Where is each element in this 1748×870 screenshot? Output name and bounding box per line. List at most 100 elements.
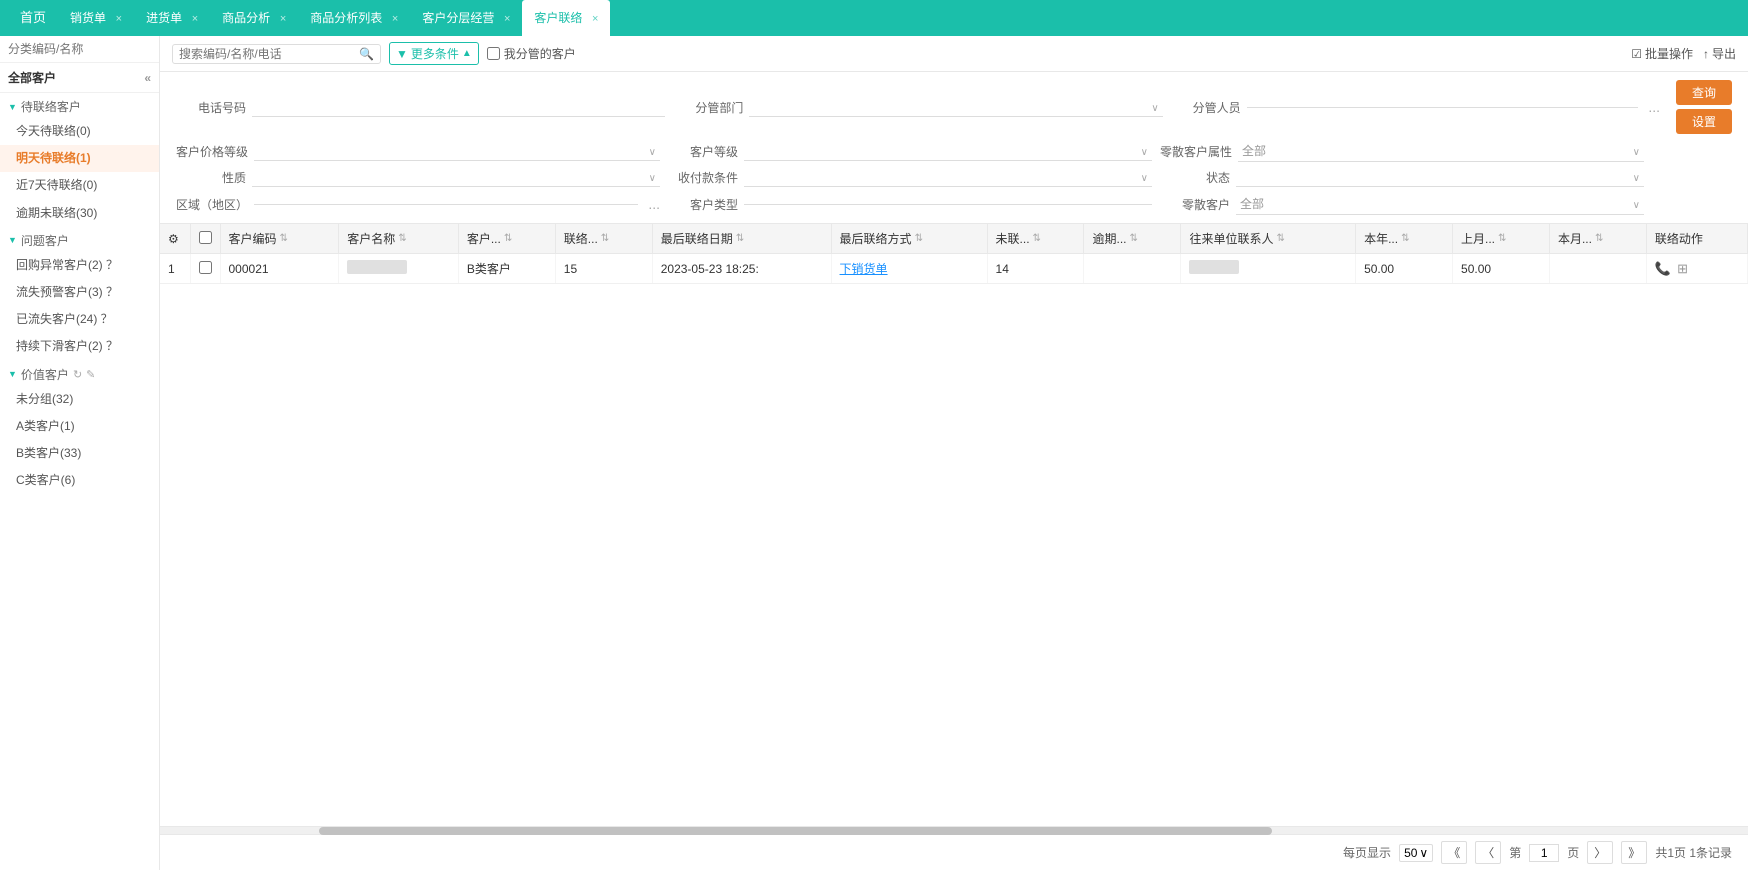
table-container: ⚙ 客户编码 ⇅ bbox=[160, 224, 1748, 826]
sidebar-item-declining[interactable]: 持续下滑客户(2) ？ bbox=[0, 333, 159, 360]
select-all-checkbox[interactable] bbox=[199, 231, 212, 244]
col-name-sort-icon[interactable]: ⇅ bbox=[398, 233, 406, 244]
page-number-input[interactable] bbox=[1529, 844, 1559, 862]
sidebar-item-repurchase-abnormal[interactable]: 回购异常客户(2) ？ bbox=[0, 252, 159, 279]
top-nav: 首页 销货单 × 进货单 × 商品分析 × 商品分析列表 × 客户分层经营 × … bbox=[0, 0, 1748, 36]
filter-phone-input[interactable] bbox=[252, 98, 665, 117]
filter-row-4: 区域（地区） ... 客户类型 零散客户 全部 bbox=[176, 193, 1732, 215]
filter-customer-grade: 客户等级 bbox=[668, 142, 1152, 161]
col-this-year-sort-icon[interactable]: ⇅ bbox=[1401, 233, 1409, 244]
cell-last-method: 下销货单 bbox=[831, 254, 987, 284]
col-this-month-sort-icon[interactable]: ⇅ bbox=[1595, 233, 1603, 244]
filter-customer-grade-select[interactable] bbox=[744, 142, 1152, 161]
filter-payment-select[interactable] bbox=[744, 168, 1152, 187]
nav-customer-contact-close-icon[interactable]: × bbox=[592, 13, 598, 25]
filter-nature-select[interactable] bbox=[252, 168, 660, 187]
nav-home[interactable]: 首页 bbox=[8, 0, 58, 36]
settings-button[interactable]: 设置 bbox=[1676, 109, 1732, 134]
col-last-date-sort-icon[interactable]: ⇅ bbox=[736, 233, 744, 244]
group-pending-contact[interactable]: 待联络客户 bbox=[0, 93, 159, 118]
cell-overdue bbox=[1084, 254, 1181, 284]
col-not-contacted-sort-icon[interactable]: ⇅ bbox=[1033, 233, 1041, 244]
col-contacts: 联络... ⇅ bbox=[555, 224, 652, 254]
col-contact-person-sort-icon[interactable]: ⇅ bbox=[1276, 233, 1284, 244]
nav-customer-tier-close-icon[interactable]: × bbox=[504, 13, 510, 25]
sidebar: 🔍 全部客户 « 待联络客户 今天待联络(0) 明天待联络(1) 近7天待联络(… bbox=[0, 36, 160, 870]
col-overdue-label: 逾期... bbox=[1092, 230, 1126, 247]
col-settings: ⚙ bbox=[160, 224, 190, 254]
col-last-month-sort-icon[interactable]: ⇅ bbox=[1498, 233, 1506, 244]
sidebar-item-overdue-contact[interactable]: 逾期未联络(30) bbox=[0, 200, 159, 227]
query-button[interactable]: 查询 bbox=[1676, 80, 1732, 105]
nav-purchase-close-icon[interactable]: × bbox=[192, 13, 198, 25]
nav-sales-close-icon[interactable]: × bbox=[116, 13, 122, 25]
col-name: 客户名称 ⇅ bbox=[339, 224, 459, 254]
batch-op-button[interactable]: ☑ 批量操作 bbox=[1631, 45, 1693, 62]
filter-price-grade-label: 客户价格等级 bbox=[176, 143, 248, 160]
col-last-method-sort-icon[interactable]: ⇅ bbox=[915, 233, 923, 244]
cell-this-year: 50.00 bbox=[1356, 254, 1453, 284]
sidebar-item-today-contact[interactable]: 今天待联络(0) bbox=[0, 118, 159, 145]
col-code-sort-icon[interactable]: ⇅ bbox=[280, 233, 288, 244]
nav-product-analysis-close-icon[interactable]: × bbox=[280, 13, 286, 25]
my-customers-checkbox[interactable] bbox=[487, 47, 500, 60]
last-method-link[interactable]: 下销货单 bbox=[840, 262, 888, 276]
toolbar-right: ☑ 批量操作 ↑ 导出 bbox=[1631, 45, 1736, 62]
my-customers-checkbox-label[interactable]: 我分管的客户 bbox=[487, 45, 576, 62]
nav-sales-order[interactable]: 销货单 × bbox=[58, 0, 134, 36]
nav-purchase-order[interactable]: 进货单 × bbox=[134, 0, 210, 36]
filter-region-dots[interactable]: ... bbox=[648, 196, 660, 212]
filter-scatter-customer-select[interactable]: 全部 bbox=[1236, 193, 1644, 215]
filter-price-grade-select[interactable] bbox=[254, 142, 660, 161]
sidebar-item-loss-warning[interactable]: 流失预警客户(3) ？ bbox=[0, 279, 159, 306]
pagination: 每页显示 50 ∨ 《 〈 第 页 〉 》 共1页 1条记录 bbox=[160, 834, 1748, 870]
first-page-button[interactable]: 《 bbox=[1441, 841, 1467, 864]
edit-icon[interactable]: ✎ bbox=[86, 368, 95, 381]
grid-action-icon[interactable]: ⊞ bbox=[1677, 261, 1688, 277]
scrollbar-thumb[interactable] bbox=[319, 827, 1272, 835]
sidebar-item-ungrouped[interactable]: 未分组(32) bbox=[0, 386, 159, 413]
col-last-method: 最后联络方式 ⇅ bbox=[831, 224, 987, 254]
filter-dept-select[interactable] bbox=[749, 98, 1162, 117]
per-page-select[interactable]: 50 ∨ bbox=[1399, 844, 1433, 862]
settings-icon[interactable]: ⚙ bbox=[168, 232, 179, 246]
horizontal-scrollbar[interactable] bbox=[160, 826, 1748, 834]
row-checkbox[interactable] bbox=[199, 261, 212, 274]
refresh-icon[interactable]: ↻ bbox=[73, 368, 82, 381]
sidebar-item-tomorrow-contact[interactable]: 明天待联络(1) bbox=[0, 145, 159, 172]
col-overdue-sort-icon[interactable]: ⇅ bbox=[1130, 233, 1138, 244]
group-value-customers[interactable]: 价值客户 ↻ ✎ bbox=[0, 361, 159, 386]
next-page-button[interactable]: 〉 bbox=[1587, 841, 1613, 864]
filter-scatter-attr-select[interactable]: 全部 bbox=[1238, 140, 1644, 162]
group-problem-customers[interactable]: 问题客户 bbox=[0, 227, 159, 252]
sidebar-search-input[interactable] bbox=[8, 42, 160, 56]
nav-customer-tier[interactable]: 客户分层经营 × bbox=[410, 0, 522, 36]
sidebar-item-class-b[interactable]: B类客户(33) bbox=[0, 440, 159, 467]
collapse-icon[interactable]: « bbox=[144, 71, 151, 85]
filter-row-1: 电话号码 分管部门 分管人员 ... bbox=[176, 80, 1732, 134]
nav-product-analysis-list[interactable]: 商品分析列表 × bbox=[298, 0, 410, 36]
col-contact-person: 往来单位联系人 ⇅ bbox=[1181, 224, 1356, 254]
nav-product-analysis[interactable]: 商品分析 × bbox=[210, 0, 298, 36]
prev-page-button[interactable]: 〈 bbox=[1475, 841, 1501, 864]
last-page-button[interactable]: 》 bbox=[1621, 841, 1647, 864]
sidebar-item-7day-contact[interactable]: 近7天待联络(0) bbox=[0, 172, 159, 199]
sidebar-item-class-c[interactable]: C类客户(6) bbox=[0, 467, 159, 494]
filter-status-select[interactable] bbox=[1236, 168, 1644, 187]
nav-customer-contact[interactable]: 客户联络 × bbox=[522, 0, 610, 36]
filter-price-grade: 客户价格等级 bbox=[176, 142, 660, 161]
sidebar-item-class-a[interactable]: A类客户(1) bbox=[0, 413, 159, 440]
col-type-sort-icon[interactable]: ⇅ bbox=[504, 233, 512, 244]
search-input[interactable] bbox=[179, 47, 359, 61]
more-filter-button[interactable]: ▼ 更多条件 ▲ bbox=[389, 42, 479, 65]
filter-person-dots[interactable]: ... bbox=[1648, 99, 1660, 115]
nav-product-list-close-icon[interactable]: × bbox=[392, 13, 398, 25]
sidebar-item-lost[interactable]: 已流失客户(24) ？ bbox=[0, 306, 159, 333]
search-icon[interactable]: 🔍 bbox=[359, 47, 374, 61]
cell-contacts: 15 bbox=[555, 254, 652, 284]
phone-action-icon[interactable]: 📞 bbox=[1655, 261, 1671, 277]
col-contacts-sort-icon[interactable]: ⇅ bbox=[601, 233, 609, 244]
page-end-label: 页 bbox=[1567, 844, 1579, 861]
page-label: 第 bbox=[1509, 844, 1521, 861]
export-button[interactable]: ↑ 导出 bbox=[1703, 45, 1736, 62]
